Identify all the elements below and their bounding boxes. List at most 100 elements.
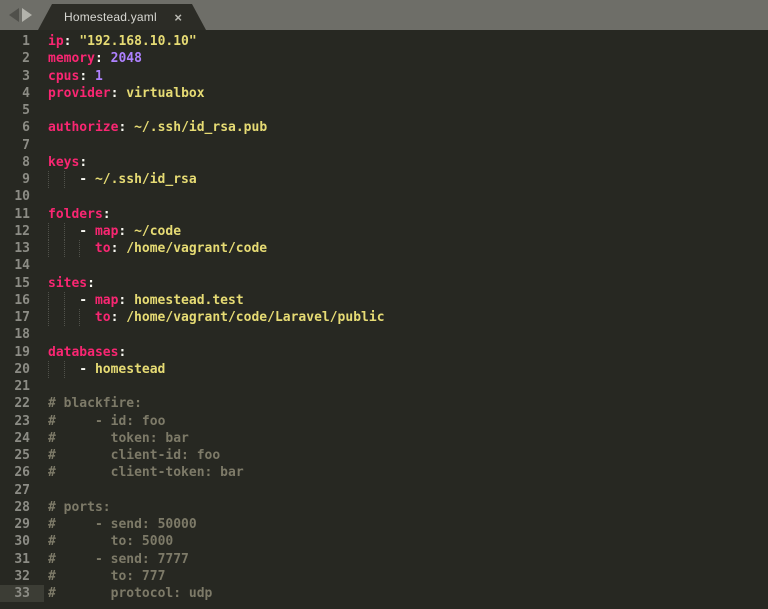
code-line: authorize: ~/.ssh/id_rsa.pub — [48, 120, 268, 136]
code-line: # client-id: foo — [48, 448, 221, 463]
tab-homestead-yaml[interactable]: Homestead.yaml × — [38, 4, 206, 30]
code-row: 27 — [0, 482, 768, 499]
code-row: 16 - map: homestead.test — [0, 291, 768, 309]
line-number: 32 — [14, 568, 30, 584]
code-line: # to: 5000 — [48, 534, 174, 550]
code-row: 25 # client-id: foo — [0, 447, 768, 464]
code-line: keys: — [48, 154, 88, 170]
indent-guide — [63, 309, 80, 327]
code-row: 8 keys: — [0, 154, 768, 171]
line-number: 7 — [22, 137, 30, 153]
code-row: 7 — [0, 137, 768, 154]
code-row: 2 memory: 2048 — [0, 50, 768, 67]
line-number: 29 — [14, 517, 30, 532]
indent-guide — [63, 171, 80, 189]
indent-guide — [63, 240, 80, 258]
code-row: 4 provider: virtualbox — [0, 85, 768, 102]
indent-guide — [48, 309, 64, 327]
code-line: # blackfire: — [48, 396, 142, 412]
line-number: 8 — [22, 154, 30, 170]
indent-guide — [63, 291, 80, 309]
code-row: 13 to: /home/vagrant/code — [0, 240, 768, 258]
code-line: to: /home/vagrant/code/Laravel/public — [44, 309, 768, 327]
code-line: # - send: 50000 — [48, 517, 197, 532]
code-line: - map: homestead.test — [44, 291, 768, 309]
indent-guide — [63, 222, 80, 240]
line-number: 2 — [22, 51, 30, 67]
code-row: 21 — [0, 378, 768, 395]
line-number: 12 — [14, 223, 30, 239]
code-line: # protocol: udp — [48, 586, 213, 601]
line-number: 23 — [14, 413, 30, 429]
line-number: 4 — [22, 85, 30, 101]
line-number: 16 — [14, 292, 30, 308]
code-row: 18 — [0, 326, 768, 343]
close-icon[interactable]: × — [174, 11, 182, 24]
line-number: 24 — [14, 430, 30, 446]
line-number: 9 — [22, 172, 30, 187]
code-row: 19 databases: — [0, 344, 768, 361]
line-number: 1 — [22, 34, 30, 49]
forward-arrow-icon[interactable] — [22, 8, 32, 22]
code-line: - map: ~/code — [44, 222, 768, 240]
code-line: # - id: foo — [48, 413, 166, 429]
code-line: sites: — [48, 275, 95, 291]
editor-window: Homestead.yaml × 1 ip: "192.168.10.10" 2 me… — [0, 0, 768, 609]
code-line: folders: — [48, 206, 111, 222]
tab-bar: Homestead.yaml × — [0, 0, 768, 30]
code-row: 28 # ports: — [0, 499, 768, 516]
code-row: 15 sites: — [0, 275, 768, 292]
code-line: to: /home/vagrant/code — [44, 240, 768, 258]
line-number: 30 — [14, 534, 30, 550]
code-editor[interactable]: 1 ip: "192.168.10.10" 2 memory: 2048 3 cpus: … — [0, 30, 768, 609]
code-line: # ports: — [48, 499, 111, 515]
line-number: 20 — [14, 361, 30, 377]
code-line: memory: 2048 — [48, 51, 142, 67]
code-row: 10 — [0, 188, 768, 205]
line-number: 18 — [14, 327, 30, 343]
code-row: 26 # client-token: bar — [0, 464, 768, 481]
tab-title: Homestead.yaml — [64, 10, 157, 24]
code-line: databases: — [48, 344, 127, 360]
code-row: 30 # to: 5000 — [0, 533, 768, 550]
code-line: - ~/.ssh/id_rsa — [44, 171, 768, 189]
line-number: 10 — [14, 189, 30, 205]
code-row: 32 # to: 777 — [0, 568, 768, 585]
line-number: 33 — [0, 585, 44, 603]
code-row: 9 - ~/.ssh/id_rsa — [0, 171, 768, 189]
line-number: 31 — [14, 551, 30, 567]
code-row: 22 # blackfire: — [0, 395, 768, 412]
code-row: 17 to: /home/vagrant/code/Laravel/public — [0, 309, 768, 327]
code-row: 11 folders: — [0, 206, 768, 223]
code-line: - homestead — [44, 360, 768, 378]
code-line: # to: 777 — [48, 568, 166, 584]
back-arrow-icon[interactable] — [9, 8, 19, 22]
line-number: 27 — [14, 482, 30, 498]
code-line: cpus: 1 — [48, 68, 103, 84]
code-row: 1 ip: "192.168.10.10" — [0, 33, 768, 50]
code-row: 29 # - send: 50000 — [0, 516, 768, 533]
indent-guide — [48, 171, 64, 189]
indent-guide — [48, 222, 64, 240]
line-number: 3 — [22, 68, 30, 84]
code-row: 23 # - id: foo — [0, 413, 768, 430]
code-row: 31 # - send: 7777 — [0, 551, 768, 568]
code-row: 5 — [0, 102, 768, 119]
line-number: 17 — [14, 310, 30, 325]
line-number: 13 — [14, 241, 30, 256]
line-number: 22 — [14, 396, 30, 412]
line-number: 26 — [14, 465, 30, 481]
line-number: 19 — [14, 344, 30, 360]
code-row: 12 - map: ~/code — [0, 222, 768, 240]
code-row: 24 # token: bar — [0, 430, 768, 447]
line-number: 21 — [14, 379, 30, 394]
indent-guide — [63, 360, 80, 378]
line-number: 15 — [14, 275, 30, 291]
code-row: 6 authorize: ~/.ssh/id_rsa.pub — [0, 119, 768, 136]
line-number: 11 — [14, 206, 30, 222]
